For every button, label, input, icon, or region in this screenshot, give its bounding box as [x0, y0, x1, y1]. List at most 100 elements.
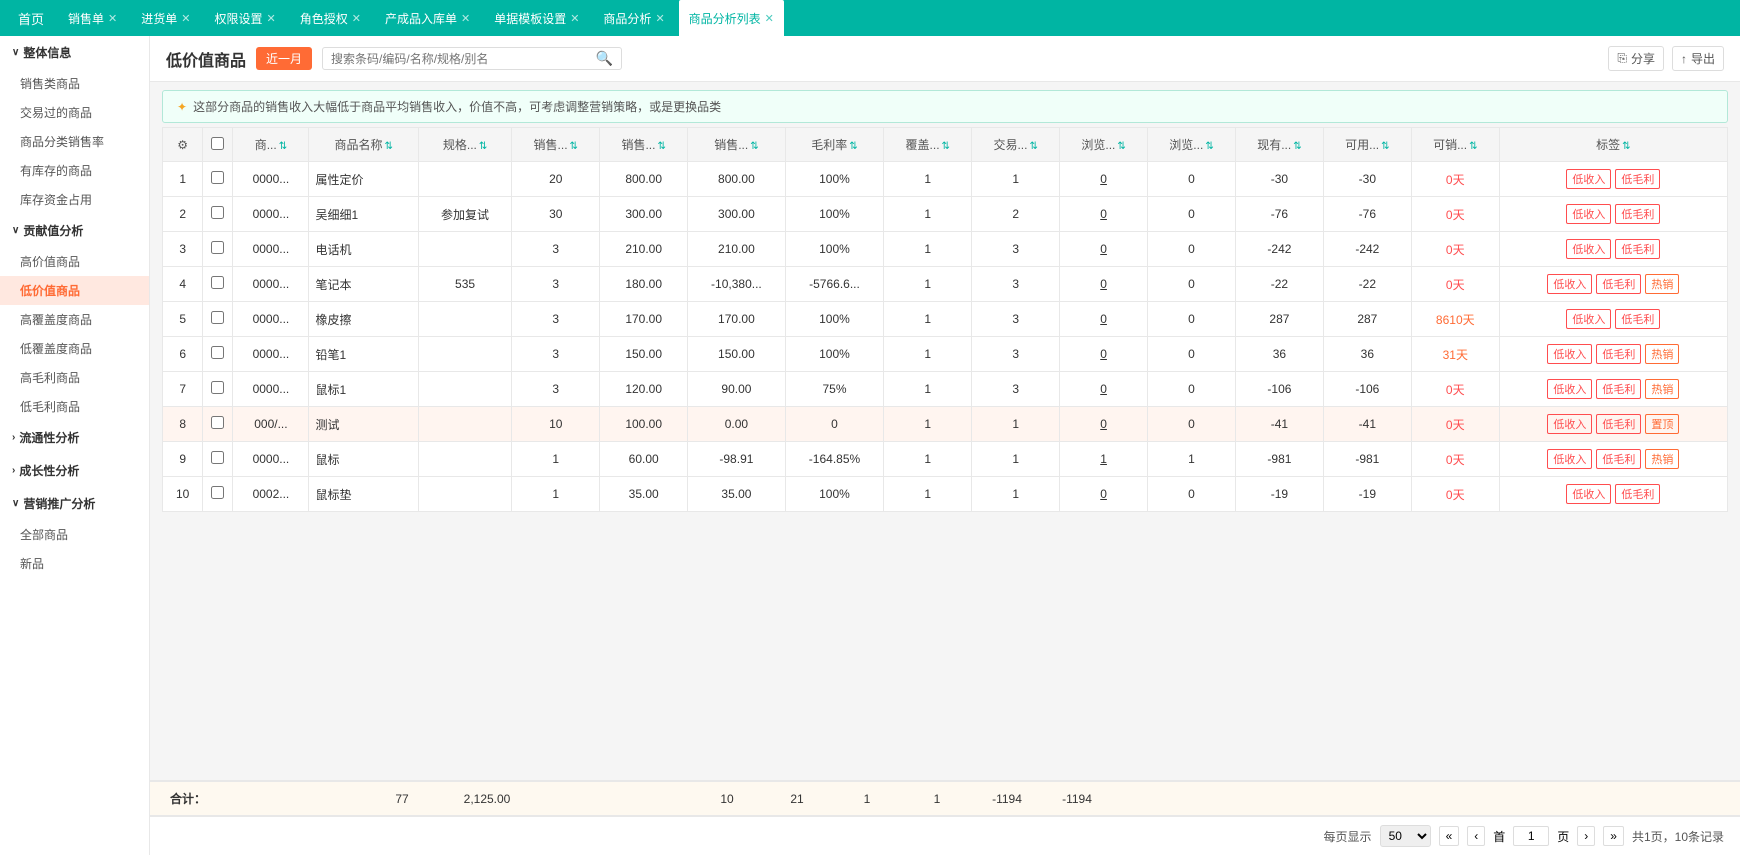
- search-icon[interactable]: 🔍: [596, 50, 613, 67]
- row-select-checkbox[interactable]: [211, 486, 224, 499]
- row-sellable: 0天: [1411, 442, 1499, 477]
- row-select-checkbox[interactable]: [211, 346, 224, 359]
- filter-button[interactable]: 近一月: [256, 47, 312, 70]
- sidebar-item-high-margin[interactable]: 高毛利商品: [0, 363, 149, 392]
- sidebar-section-contribution[interactable]: ∨ 贡献值分析: [0, 214, 149, 247]
- row-browse2: 1: [1148, 442, 1236, 477]
- row-select-checkbox[interactable]: [211, 276, 224, 289]
- nav-product-analysis[interactable]: 商品分析 ✕: [593, 0, 674, 36]
- row-checkbox[interactable]: [203, 477, 233, 512]
- sidebar-section-marketing[interactable]: ∨ 营销推广分析: [0, 487, 149, 520]
- sidebar-item-low-coverage[interactable]: 低覆盖度商品: [0, 334, 149, 363]
- row-select-checkbox[interactable]: [211, 171, 224, 184]
- row-select-checkbox[interactable]: [211, 311, 224, 324]
- col-settings[interactable]: ⚙: [163, 128, 203, 162]
- browse-link[interactable]: 0: [1100, 347, 1107, 361]
- sidebar-item-low-value[interactable]: 低价值商品: [0, 276, 149, 305]
- browse-link[interactable]: 0: [1100, 382, 1107, 396]
- nav-close-templates[interactable]: ✕: [570, 12, 579, 25]
- row-checkbox[interactable]: [203, 232, 233, 267]
- col-sales-price[interactable]: 销售...⇅: [600, 128, 688, 162]
- row-select-checkbox[interactable]: [211, 381, 224, 394]
- nav-close-roles[interactable]: ✕: [352, 12, 361, 25]
- col-spec[interactable]: 规格...⇅: [418, 128, 511, 162]
- tag-badge: 低收入: [1547, 344, 1592, 364]
- nav-close-purchase[interactable]: ✕: [181, 12, 190, 25]
- row-checkbox[interactable]: [203, 337, 233, 372]
- sidebar-section-flow[interactable]: › 流通性分析: [0, 421, 149, 454]
- col-transaction[interactable]: 交易...⇅: [972, 128, 1060, 162]
- browse-link[interactable]: 0: [1100, 172, 1107, 186]
- nav-inventory[interactable]: 产成品入库单 ✕: [375, 0, 480, 36]
- sidebar-item-high-coverage[interactable]: 高覆盖度商品: [0, 305, 149, 334]
- col-sales-qty[interactable]: 销售...⇅: [512, 128, 600, 162]
- sidebar-item-category-sales[interactable]: 商品分类销售率: [0, 127, 149, 156]
- search-input[interactable]: [331, 52, 596, 66]
- share-button[interactable]: ⎘ 分享: [1608, 46, 1664, 71]
- sidebar-item-low-margin[interactable]: 低毛利商品: [0, 392, 149, 421]
- col-coverage[interactable]: 覆盖...⇅: [884, 128, 972, 162]
- row-checkbox[interactable]: [203, 302, 233, 337]
- sidebar-item-high-value[interactable]: 高价值商品: [0, 247, 149, 276]
- nav-purchase[interactable]: 进货单 ✕: [131, 0, 200, 36]
- row-available: -242: [1323, 232, 1411, 267]
- nav-roles[interactable]: 角色授权 ✕: [290, 0, 371, 36]
- row-select-checkbox[interactable]: [211, 206, 224, 219]
- browse-link[interactable]: 0: [1100, 242, 1107, 256]
- row-select-checkbox[interactable]: [211, 241, 224, 254]
- select-all-checkbox[interactable]: [211, 137, 224, 150]
- col-gross-margin[interactable]: 毛利率⇅: [785, 128, 884, 162]
- sidebar-item-sales-products[interactable]: 销售类商品: [0, 69, 149, 98]
- col-code[interactable]: 商...⇅: [233, 128, 309, 162]
- browse-link[interactable]: 0: [1100, 207, 1107, 221]
- browse-link[interactable]: 0: [1100, 312, 1107, 326]
- page-input[interactable]: [1513, 826, 1549, 846]
- sidebar-item-inventory-products[interactable]: 有库存的商品: [0, 156, 149, 185]
- browse-link[interactable]: 0: [1100, 417, 1107, 431]
- col-sales-amount[interactable]: 销售...⇅: [688, 128, 786, 162]
- settings-icon[interactable]: ⚙: [177, 138, 188, 152]
- row-sales-qty: 3: [512, 232, 600, 267]
- last-page-button[interactable]: »: [1603, 826, 1624, 846]
- export-button[interactable]: ↑ 导出: [1672, 46, 1724, 71]
- first-page-button[interactable]: «: [1439, 826, 1460, 846]
- sidebar-section-growth[interactable]: › 成长性分析: [0, 454, 149, 487]
- nav-close-sales[interactable]: ✕: [108, 12, 117, 25]
- col-sellable[interactable]: 可销...⇅: [1411, 128, 1499, 162]
- nav-templates[interactable]: 单据模板设置 ✕: [484, 0, 589, 36]
- sidebar-item-new-products[interactable]: 新品: [0, 549, 149, 578]
- col-tags[interactable]: 标签⇅: [1499, 128, 1727, 162]
- nav-close-permissions[interactable]: ✕: [267, 12, 276, 25]
- browse-link[interactable]: 1: [1100, 452, 1107, 466]
- sidebar-item-inventory-capital[interactable]: 库存资金占用: [0, 185, 149, 214]
- next-page-button[interactable]: ›: [1577, 826, 1595, 846]
- row-checkbox[interactable]: [203, 197, 233, 232]
- nav-close-product-list[interactable]: ✕: [765, 12, 774, 25]
- browse-link[interactable]: 0: [1100, 487, 1107, 501]
- col-name[interactable]: 商品名称⇅: [309, 128, 418, 162]
- sidebar-item-traded-products[interactable]: 交易过的商品: [0, 98, 149, 127]
- nav-close-inventory[interactable]: ✕: [461, 12, 470, 25]
- row-checkbox[interactable]: [203, 162, 233, 197]
- col-current[interactable]: 现有...⇅: [1235, 128, 1323, 162]
- nav-home[interactable]: 首页: [8, 0, 54, 36]
- sidebar-item-all-products[interactable]: 全部商品: [0, 520, 149, 549]
- nav-sales[interactable]: 销售单 ✕: [58, 0, 127, 36]
- browse-link[interactable]: 0: [1100, 277, 1107, 291]
- row-checkbox[interactable]: [203, 442, 233, 477]
- nav-product-list[interactable]: 商品分析列表 ✕: [679, 0, 784, 36]
- prev-page-button[interactable]: ‹: [1467, 826, 1485, 846]
- row-num: 6: [163, 337, 203, 372]
- col-available[interactable]: 可用...⇅: [1323, 128, 1411, 162]
- col-browse1[interactable]: 浏览...⇅: [1060, 128, 1148, 162]
- col-browse2[interactable]: 浏览...⇅: [1148, 128, 1236, 162]
- row-checkbox[interactable]: [203, 407, 233, 442]
- row-checkbox[interactable]: [203, 267, 233, 302]
- nav-close-product-analysis[interactable]: ✕: [655, 12, 664, 25]
- sidebar-section-overall[interactable]: ∨ 整体信息: [0, 36, 149, 69]
- row-select-checkbox[interactable]: [211, 451, 224, 464]
- row-select-checkbox[interactable]: [211, 416, 224, 429]
- row-checkbox[interactable]: [203, 372, 233, 407]
- per-page-select[interactable]: 50 100 200: [1380, 825, 1431, 847]
- nav-permissions[interactable]: 权限设置 ✕: [204, 0, 285, 36]
